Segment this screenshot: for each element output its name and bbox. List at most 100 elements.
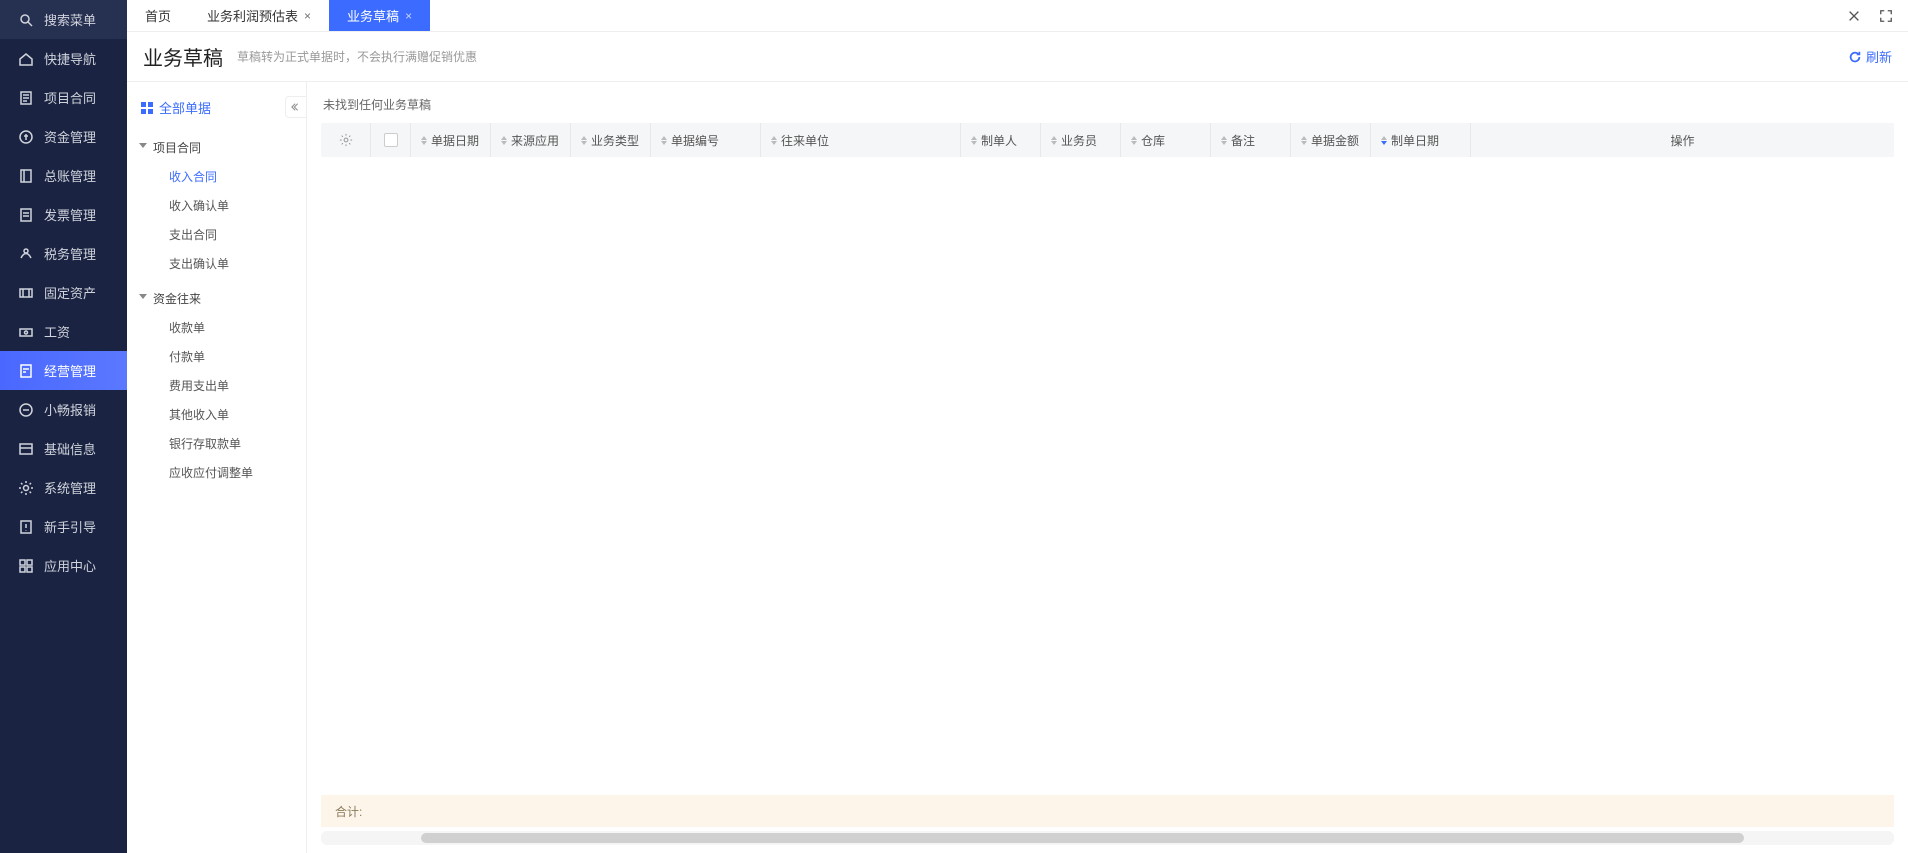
tab-close-icon[interactable]: × <box>304 9 311 23</box>
table-body <box>321 157 1894 795</box>
tab-0[interactable]: 首页 <box>127 0 189 31</box>
sidebar-item-salary[interactable]: 工资 <box>0 312 127 351</box>
tab-1[interactable]: 业务利润预估表 × <box>189 0 329 31</box>
column-label: 操作 <box>1670 132 1694 149</box>
close-icon[interactable] <box>1842 4 1866 28</box>
sort-icon <box>1051 136 1057 145</box>
category-panel: 全部单据 项目合同收入合同收入确认单支出合同支出确认单资金往来收款单付款单费用支… <box>127 82 307 853</box>
invoice-icon <box>18 207 34 223</box>
gear-icon <box>18 480 34 496</box>
grid-icon <box>141 102 153 114</box>
column-header-2[interactable]: 业务类型 <box>571 123 651 157</box>
fullscreen-icon[interactable] <box>1874 4 1898 28</box>
sidebar-item-label: 总账管理 <box>44 166 96 185</box>
page-title: 业务草稿 <box>143 42 223 71</box>
sidebar-item-label: 发票管理 <box>44 205 96 224</box>
tab-close-icon[interactable]: × <box>405 9 412 23</box>
select-all-checkbox[interactable] <box>371 123 411 157</box>
category-item[interactable]: 支出合同 <box>135 220 298 249</box>
category-item[interactable]: 银行存取款单 <box>135 429 298 458</box>
column-label: 业务员 <box>1061 132 1097 149</box>
ledger-icon <box>18 168 34 184</box>
column-label: 来源应用 <box>511 132 559 149</box>
sidebar-item-label: 资金管理 <box>44 127 96 146</box>
category-item[interactable]: 收入合同 <box>135 162 298 191</box>
category-item[interactable]: 其他收入单 <box>135 400 298 429</box>
column-header-10[interactable]: 制单日期 <box>1371 123 1471 157</box>
column-header-8[interactable]: 备注 <box>1211 123 1291 157</box>
sidebar-item-gear[interactable]: 系统管理 <box>0 468 127 507</box>
category-all-docs[interactable]: 全部单据 <box>135 94 298 127</box>
column-header-9[interactable]: 单据金额 <box>1291 123 1371 157</box>
category-item[interactable]: 费用支出单 <box>135 371 298 400</box>
category-group-title[interactable]: 项目合同 <box>135 133 298 162</box>
sidebar-item-home[interactable]: 快捷导航 <box>0 39 127 78</box>
sidebar-item-doc[interactable]: 项目合同 <box>0 78 127 117</box>
column-settings-button[interactable] <box>321 123 371 157</box>
tab-label: 业务草稿 <box>347 6 399 25</box>
column-header-1[interactable]: 来源应用 <box>491 123 571 157</box>
column-label: 制单日期 <box>1391 132 1439 149</box>
category-group-0: 项目合同收入合同收入确认单支出合同支出确认单 <box>135 133 298 278</box>
refresh-button[interactable]: 刷新 <box>1848 47 1892 66</box>
sort-icon <box>421 136 427 145</box>
sidebar-item-asset[interactable]: 固定资产 <box>0 273 127 312</box>
search-icon <box>18 12 34 28</box>
home-icon <box>18 51 34 67</box>
horizontal-scrollbar[interactable] <box>321 831 1894 845</box>
sidebar-item-expense[interactable]: 小畅报销 <box>0 390 127 429</box>
gear-icon <box>339 133 353 147</box>
category-item[interactable]: 支出确认单 <box>135 249 298 278</box>
tab-2[interactable]: 业务草稿 × <box>329 0 430 31</box>
column-header-0[interactable]: 单据日期 <box>411 123 491 157</box>
money-icon <box>18 129 34 145</box>
column-label: 单据金额 <box>1311 132 1359 149</box>
tab-label: 业务利润预估表 <box>207 6 298 25</box>
doc-icon <box>18 90 34 106</box>
sort-icon <box>1301 136 1307 145</box>
sidebar-item-label: 系统管理 <box>44 478 96 497</box>
category-item[interactable]: 收款单 <box>135 313 298 342</box>
sidebar-item-guide[interactable]: 新手引导 <box>0 507 127 546</box>
table: 单据日期 来源应用 业务类型单据编号往来单位 制单人 业务员 仓库备注 单据金额 制单日期 操作… <box>321 123 1894 853</box>
column-header-3[interactable]: 单据编号 <box>651 123 761 157</box>
category-item[interactable]: 付款单 <box>135 342 298 371</box>
sidebar-item-biz[interactable]: 经营管理 <box>0 351 127 390</box>
category-item[interactable]: 收入确认单 <box>135 191 298 220</box>
asset-icon <box>18 285 34 301</box>
sort-icon <box>501 136 507 145</box>
column-header-4[interactable]: 往来单位 <box>761 123 961 157</box>
column-label: 业务类型 <box>591 132 639 149</box>
table-footer: 合计: <box>321 795 1894 827</box>
page-header: 业务草稿 草稿转为正式单据时，不会执行满赠促销优惠 刷新 <box>127 32 1908 82</box>
sidebar-item-ledger[interactable]: 总账管理 <box>0 156 127 195</box>
category-item[interactable]: 应收应付调整单 <box>135 458 298 487</box>
apps-icon <box>18 558 34 574</box>
column-header-6[interactable]: 业务员 <box>1041 123 1121 157</box>
base-icon <box>18 441 34 457</box>
sidebar-item-base[interactable]: 基础信息 <box>0 429 127 468</box>
sidebar-item-apps[interactable]: 应用中心 <box>0 546 127 585</box>
footer-total-label: 合计: <box>335 803 362 820</box>
scrollbar-thumb[interactable] <box>421 833 1744 843</box>
column-header-5[interactable]: 制单人 <box>961 123 1041 157</box>
sidebar-item-label: 新手引导 <box>44 517 96 536</box>
sort-icon <box>1221 136 1227 145</box>
sidebar-item-search[interactable]: 搜索菜单 <box>0 0 127 39</box>
category-group-title[interactable]: 资金往来 <box>135 284 298 313</box>
sidebar-item-money[interactable]: 资金管理 <box>0 117 127 156</box>
column-label: 制单人 <box>981 132 1017 149</box>
sort-icon <box>581 136 587 145</box>
column-header-7[interactable]: 仓库 <box>1121 123 1211 157</box>
sidebar-item-label: 基础信息 <box>44 439 96 458</box>
sort-icon <box>771 136 777 145</box>
refresh-label: 刷新 <box>1866 47 1892 66</box>
sidebar-item-invoice[interactable]: 发票管理 <box>0 195 127 234</box>
biz-icon <box>18 363 34 379</box>
category-group-1: 资金往来收款单付款单费用支出单其他收入单银行存取款单应收应付调整单 <box>135 284 298 487</box>
salary-icon <box>18 324 34 340</box>
sort-icon <box>1131 136 1137 145</box>
collapse-panel-button[interactable] <box>285 96 307 118</box>
sidebar-item-label: 工资 <box>44 322 70 341</box>
sidebar-item-tax[interactable]: 税务管理 <box>0 234 127 273</box>
